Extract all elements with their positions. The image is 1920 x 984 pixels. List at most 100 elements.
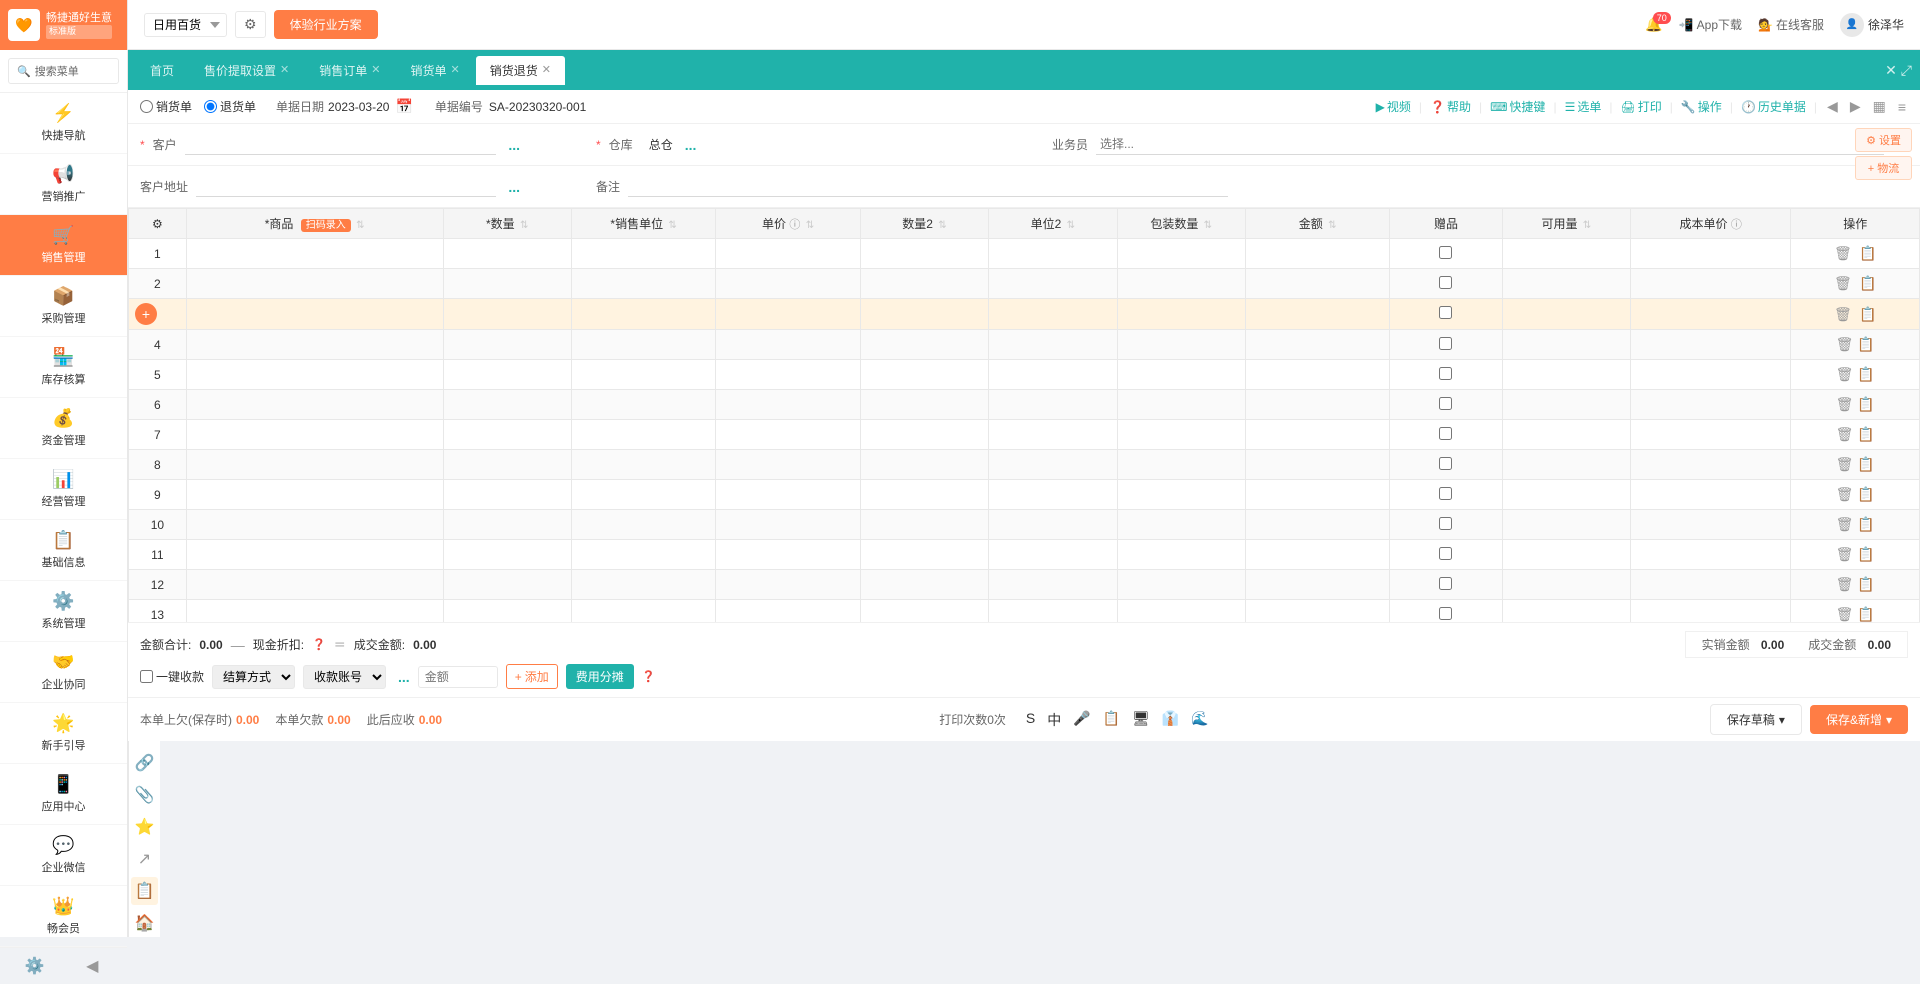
tab-home[interactable]: 首页 [136, 56, 188, 85]
tab-close-icon[interactable]: ✕ [542, 65, 551, 76]
taskbar-icon-4[interactable]: 📋 [1099, 708, 1124, 732]
history-link[interactable]: 🕐 历史单据 [1741, 98, 1806, 115]
amount-cell[interactable] [1245, 239, 1389, 269]
logistics-float-btn[interactable]: + 物流 [1855, 156, 1912, 180]
delete-row-btn[interactable]: 🗑 [1832, 243, 1854, 264]
copy-row-btn[interactable]: 📋 [1855, 514, 1876, 535]
tab-close-icon[interactable]: ✕ [451, 65, 460, 76]
taskbar-icon-5[interactable]: 🖥 [1128, 708, 1154, 732]
copy-row-btn[interactable]: 📋 [1855, 394, 1876, 415]
copy-row-btn[interactable]: 📋 [1857, 304, 1878, 325]
operate-link[interactable]: 🔧 操作 [1681, 98, 1722, 115]
delete-row-btn[interactable]: 🗑 [1834, 364, 1856, 385]
sidebar-item-inventory[interactable]: 🏪 库存核算 [0, 337, 127, 398]
delete-row-btn[interactable]: 🗑 [1834, 334, 1856, 355]
customer-dots-btn[interactable]: ... [508, 137, 520, 153]
copy-row-btn[interactable]: 📋 [1857, 273, 1878, 294]
notification-button[interactable]: 🔔 70 [1645, 16, 1662, 33]
prev-record-btn[interactable]: ◀ [1825, 96, 1840, 117]
print-link[interactable]: 🖨 打印 [1620, 98, 1661, 115]
taskbar-icon-3[interactable]: 🎤 [1069, 708, 1094, 732]
one-key-checkbox[interactable] [140, 670, 153, 683]
add-row-cell[interactable]: + [129, 299, 187, 330]
amount-cell[interactable] [1245, 299, 1389, 330]
product-cell-active[interactable] [186, 299, 443, 330]
address-dots-btn[interactable]: ... [508, 179, 520, 195]
right-panel-star-btn[interactable]: ⭐ [131, 813, 159, 841]
account-dots-btn[interactable]: ... [398, 669, 410, 685]
amount-cell[interactable] [1245, 269, 1389, 299]
sidebar-search[interactable]: 🔍 搜索菜单 [0, 50, 127, 93]
amount-input[interactable] [418, 666, 498, 688]
qty-cell[interactable] [443, 239, 571, 269]
right-panel-link-btn[interactable]: 🔗 [131, 749, 159, 777]
copy-row-btn[interactable]: 📋 [1855, 574, 1876, 595]
experience-button[interactable]: 体验行业方案 [274, 10, 378, 39]
avail-cell[interactable] [1502, 239, 1630, 269]
grid-view-btn[interactable]: ▦ [1871, 96, 1888, 117]
sidebar-item-finance[interactable]: 💰 资金管理 [0, 398, 127, 459]
product-cell[interactable] [186, 239, 443, 269]
address-input[interactable] [196, 176, 496, 197]
sidebar-item-operations[interactable]: 📊 经营管理 [0, 459, 127, 520]
delete-row-btn[interactable]: 🗑 [1832, 273, 1854, 294]
app-download-button[interactable]: 📲 App下载 [1679, 16, 1742, 33]
collapse-sidebar-btn[interactable]: ◀ [66, 956, 120, 976]
qty-cell[interactable] [443, 299, 571, 330]
price-cell[interactable] [716, 239, 860, 269]
delete-row-btn[interactable]: 🗑 [1832, 304, 1854, 325]
unit-cell[interactable] [571, 269, 715, 299]
settings-float-btn[interactable]: ⚙ 设置 [1855, 128, 1912, 152]
scan-btn[interactable]: 扫码录入 [301, 219, 351, 232]
pack-cell[interactable] [1117, 239, 1245, 269]
topbar-gear-button[interactable]: ⚙ [235, 11, 266, 38]
unit2-cell[interactable] [989, 299, 1117, 330]
help-link[interactable]: ❓ 帮助 [1430, 98, 1471, 115]
copy-row-btn[interactable]: 📋 [1855, 454, 1876, 475]
save-new-btn[interactable]: 保存&新增 ▾ [1810, 705, 1908, 734]
gift-cell[interactable] [1390, 239, 1502, 269]
settings-bottom-icon[interactable]: ⚙️ [8, 956, 62, 976]
taskbar-icon-6[interactable]: 👔 [1158, 708, 1183, 732]
cost-cell[interactable] [1631, 239, 1791, 269]
one-key-payment-check[interactable]: 一键收款 [140, 668, 204, 685]
maximize-tab-button[interactable]: ⤢ [1901, 62, 1912, 79]
copy-row-btn[interactable]: 📋 [1855, 364, 1876, 385]
delete-row-btn[interactable]: 🗑 [1834, 514, 1856, 535]
sidebar-item-system[interactable]: ⚙️ 系统管理 [0, 581, 127, 642]
copy-row-btn[interactable]: 📋 [1857, 243, 1878, 264]
search-menu-button[interactable]: 🔍 搜索菜单 [8, 58, 119, 84]
add-payment-btn[interactable]: + 添加 [506, 664, 558, 689]
right-panel-share-btn[interactable]: ↗ [134, 845, 155, 873]
sidebar-item-guide[interactable]: 🌟 新手引导 [0, 703, 127, 764]
add-row-btn[interactable]: + [135, 303, 157, 325]
settlement-select[interactable]: 结算方式 [212, 665, 295, 689]
delete-row-btn[interactable]: 🗑 [1834, 484, 1856, 505]
return-radio-input[interactable] [204, 100, 217, 113]
fee-split-btn[interactable]: 费用分摊 [566, 664, 634, 689]
tab-close-icon[interactable]: ✕ [371, 65, 380, 76]
right-panel-copy-btn[interactable]: 📋 [131, 877, 159, 905]
sidebar-item-wechat[interactable]: 💬 企业微信 [0, 825, 127, 886]
sidebar-item-basics[interactable]: 📋 基础信息 [0, 520, 127, 581]
sidebar-item-member[interactable]: 👑 畅会员 [0, 886, 127, 947]
sidebar-item-shortcuts[interactable]: ⚡ 快捷导航 [0, 93, 127, 154]
close-tab-button[interactable]: ✕ [1885, 62, 1897, 79]
list-view-btn[interactable]: ≡ [1896, 97, 1908, 117]
qty-cell[interactable] [443, 269, 571, 299]
qty2-cell[interactable] [860, 239, 988, 269]
gift-checkbox[interactable] [1439, 276, 1452, 289]
delete-row-btn[interactable]: 🗑 [1834, 454, 1856, 475]
note-input[interactable] [628, 176, 1228, 197]
calendar-icon[interactable]: 📅 [393, 96, 414, 117]
delete-row-btn[interactable]: 🗑 [1834, 424, 1856, 445]
online-service-button[interactable]: 💁 在线客服 [1758, 16, 1824, 33]
select-link[interactable]: ☰ 选单 [1565, 98, 1602, 115]
copy-row-btn[interactable]: 📋 [1855, 604, 1876, 622]
avail-cell[interactable] [1502, 299, 1630, 330]
unit2-cell[interactable] [989, 239, 1117, 269]
sale-radio-input[interactable] [140, 100, 153, 113]
gift-checkbox[interactable] [1439, 306, 1452, 319]
video-link[interactable]: ▶ 视频 [1376, 98, 1411, 115]
tab-sale-price[interactable]: 售价提取设置 ✕ [190, 56, 303, 85]
